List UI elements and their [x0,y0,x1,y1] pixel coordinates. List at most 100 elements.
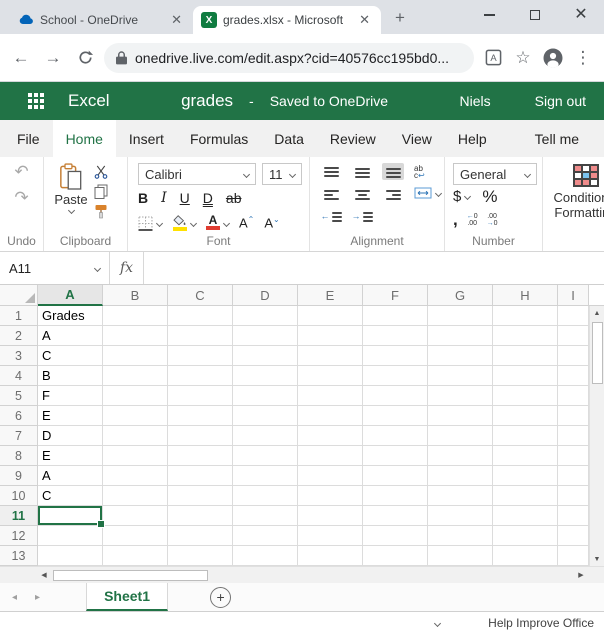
cell-G8[interactable] [428,446,493,466]
cell-A5[interactable]: F [38,386,103,406]
cell-A7[interactable]: D [38,426,103,446]
borders-button[interactable] [138,216,162,231]
row-header-1[interactable]: 1 [0,306,38,326]
chrome-menu-icon[interactable]: ⋮ [570,45,596,71]
align-top-button[interactable] [320,163,342,180]
align-middle-button[interactable] [351,163,373,180]
row-header-5[interactable]: 5 [0,386,38,406]
cell-I8[interactable] [558,446,589,466]
cell-C12[interactable] [168,526,233,546]
cell-A10[interactable]: C [38,486,103,506]
cell-I10[interactable] [558,486,589,506]
number-format-combobox[interactable]: General [453,163,537,185]
app-launcher-icon[interactable] [28,93,44,109]
conditional-formatting-label[interactable]: Conditional Formatting [554,190,604,220]
cell-C13[interactable] [168,546,233,566]
cell-B3[interactable] [103,346,168,366]
cell-I3[interactable] [558,346,589,366]
reload-icon[interactable] [72,45,98,71]
menu-tab-home[interactable]: Home [53,120,116,157]
cell-D10[interactable] [233,486,298,506]
column-header-G[interactable]: G [428,285,493,306]
formula-input[interactable] [144,252,604,284]
help-improve-office-link[interactable]: Help Improve Office [488,616,594,630]
cell-H1[interactable] [493,306,558,326]
cell-F12[interactable] [363,526,428,546]
cell-D2[interactable] [233,326,298,346]
cell-C9[interactable] [168,466,233,486]
cell-F7[interactable] [363,426,428,446]
cell-D8[interactable] [233,446,298,466]
maximize-button[interactable] [512,0,558,30]
column-header-A[interactable]: A [38,285,103,306]
vertical-scroll-thumb[interactable] [592,322,603,384]
vertical-scrollbar[interactable]: ▲ ▼ [589,306,604,566]
increase-decimal-button[interactable]: .00→0 [487,213,498,227]
cell-I13[interactable] [558,546,589,566]
cell-A8[interactable]: E [38,446,103,466]
menu-tab-data[interactable]: Data [261,120,317,157]
conditional-formatting-icon[interactable] [573,164,599,187]
cell-H4[interactable] [493,366,558,386]
menu-tab-view[interactable]: View [389,120,445,157]
tab-close-icon[interactable]: ✕ [356,12,373,28]
cell-F1[interactable] [363,306,428,326]
cell-F9[interactable] [363,466,428,486]
cell-G6[interactable] [428,406,493,426]
cell-G13[interactable] [428,546,493,566]
cell-G12[interactable] [428,526,493,546]
bold-button[interactable]: B [138,191,148,205]
horizontal-scroll-thumb[interactable] [53,570,208,581]
name-box[interactable]: A11 [0,252,110,284]
cell-F4[interactable] [363,366,428,386]
cell-H3[interactable] [493,346,558,366]
cell-D12[interactable] [233,526,298,546]
font-color-button[interactable]: A [206,216,229,230]
cell-E8[interactable] [298,446,363,466]
cell-D4[interactable] [233,366,298,386]
cell-B4[interactable] [103,366,168,386]
row-header-6[interactable]: 6 [0,406,38,426]
cell-G1[interactable] [428,306,493,326]
menu-tab-tell-me[interactable]: Tell me [522,120,592,157]
cell-H10[interactable] [493,486,558,506]
cell-I4[interactable] [558,366,589,386]
cell-F10[interactable] [363,486,428,506]
percent-format-button[interactable]: % [482,187,497,207]
cell-E7[interactable] [298,426,363,446]
column-header-C[interactable]: C [168,285,233,306]
user-name[interactable]: Niels [460,93,491,109]
cell-B9[interactable] [103,466,168,486]
minimize-button[interactable] [466,0,512,30]
redo-icon[interactable]: ↷ [14,189,28,206]
font-size-combobox[interactable]: 11 [262,163,302,185]
cell-G5[interactable] [428,386,493,406]
cell-B13[interactable] [103,546,168,566]
cell-D5[interactable] [233,386,298,406]
row-header-11[interactable]: 11 [0,506,38,526]
select-all-corner[interactable] [0,285,38,306]
cell-B8[interactable] [103,446,168,466]
cell-F11[interactable] [363,506,428,526]
next-sheet-icon[interactable]: ▸ [35,592,40,603]
cell-I2[interactable] [558,326,589,346]
profile-avatar[interactable] [540,45,566,71]
merge-center-button[interactable] [414,187,441,199]
cell-D13[interactable] [233,546,298,566]
cell-G2[interactable] [428,326,493,346]
cell-G10[interactable] [428,486,493,506]
cell-D11[interactable] [233,506,298,526]
row-header-3[interactable]: 3 [0,346,38,366]
cell-G7[interactable] [428,426,493,446]
row-header-12[interactable]: 12 [0,526,38,546]
cell-F5[interactable] [363,386,428,406]
row-header-2[interactable]: 2 [0,326,38,346]
font-name-combobox[interactable]: Calibri [138,163,256,185]
cell-H2[interactable] [493,326,558,346]
cell-H12[interactable] [493,526,558,546]
close-button[interactable]: ✕ [558,0,604,30]
cell-F2[interactable] [363,326,428,346]
cell-C6[interactable] [168,406,233,426]
column-header-H[interactable]: H [493,285,558,306]
cell-I11[interactable] [558,506,589,526]
